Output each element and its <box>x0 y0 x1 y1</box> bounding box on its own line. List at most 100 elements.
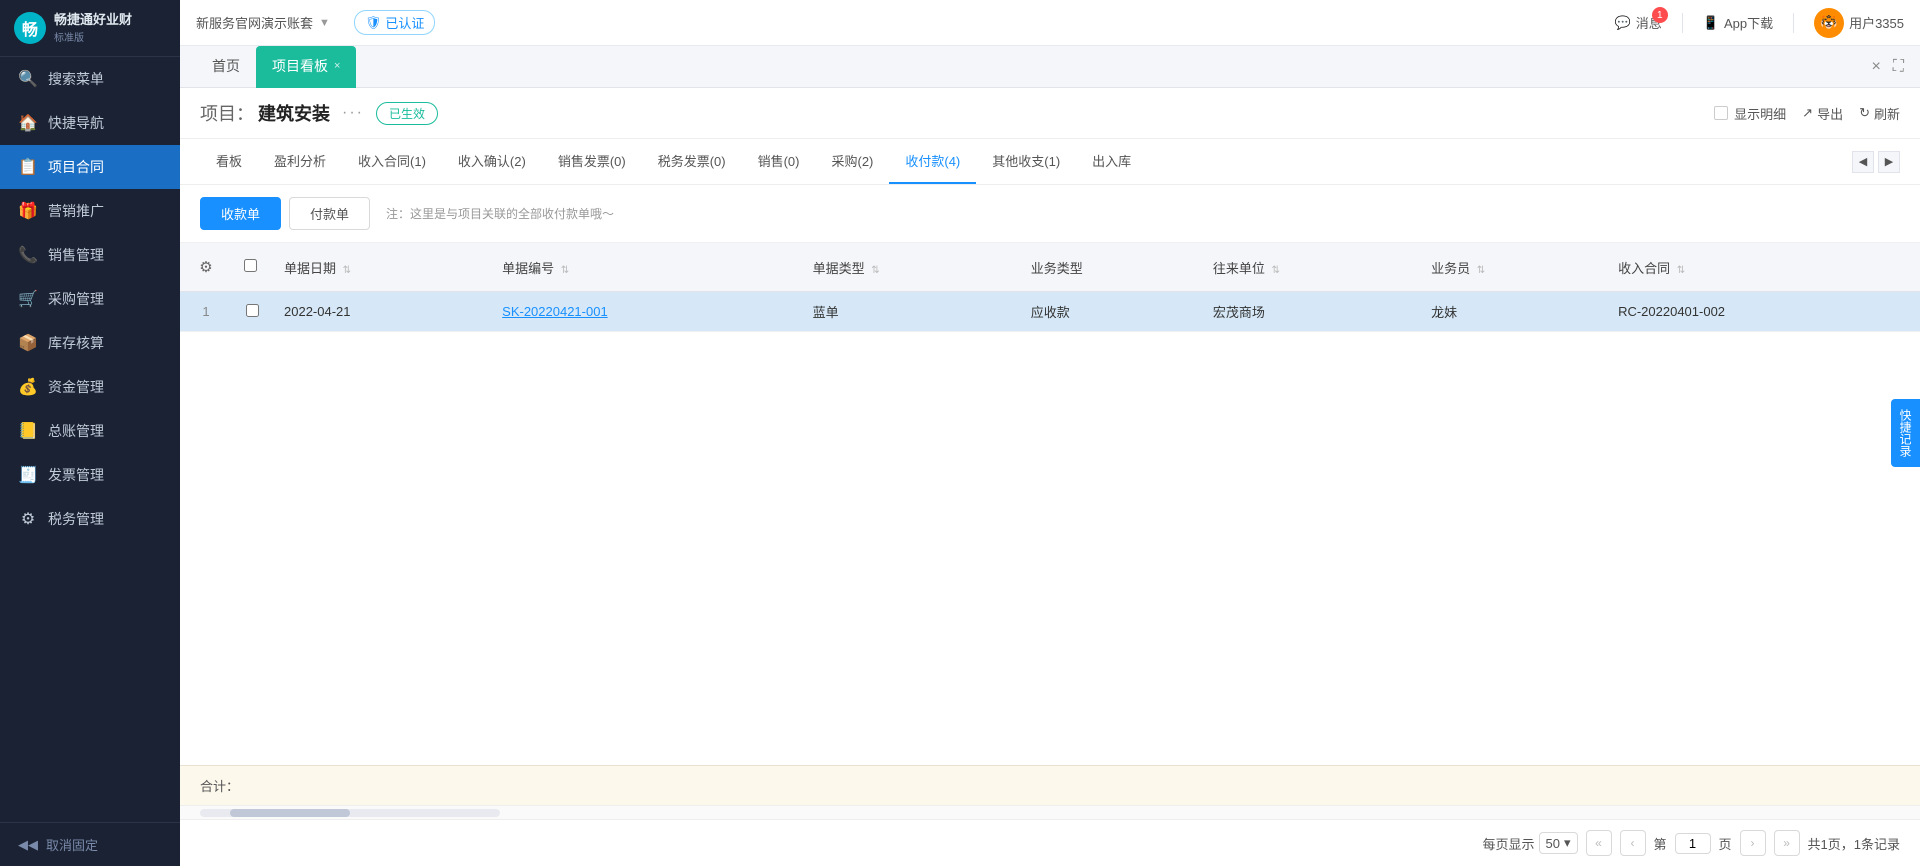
unpin-icon: ◀◀ <box>18 837 38 853</box>
row-date: 2022-04-21 <box>272 292 490 332</box>
row-type: 蓝单 <box>801 292 1019 332</box>
refresh-label: 刷新 <box>1874 104 1900 123</box>
scrollbar-row <box>180 805 1920 819</box>
col-income-contract: 收入合同 ⇅ <box>1606 243 1920 292</box>
certified-label: 已认证 <box>385 13 424 32</box>
table-header-row: ⚙ 单据日期 ⇅ 单据编号 ⇅ <box>180 243 1920 292</box>
subnav-tab-inout[interactable]: 出入库 <box>1076 139 1147 184</box>
row-select-checkbox[interactable] <box>246 304 259 317</box>
status-badge: 已生效 <box>376 102 438 125</box>
sidebar-item-ledger[interactable]: 📒 总账管理 <box>0 409 180 453</box>
table-row[interactable]: 1 2022-04-21 SK-20220421-001 蓝单 应收款 宏茂商场… <box>180 292 1920 332</box>
logo-title: 畅捷通好业财 <box>54 12 132 29</box>
sidebar-item-label: 总账管理 <box>48 421 104 441</box>
tab-home[interactable]: 首页 <box>196 46 256 88</box>
scrollbar-thumb[interactable] <box>230 809 350 817</box>
payment-btn[interactable]: 付款单 <box>289 197 370 230</box>
window-maximize-icon[interactable]: ⛶ <box>1893 58 1904 76</box>
per-page-label: 每页显示 <box>1482 834 1534 853</box>
demo-account-label: 新服务官网演示账套 <box>196 13 313 32</box>
col-partner: 往来单位 ⇅ <box>1201 243 1419 292</box>
sidebar-item-quicknav[interactable]: 🏠 快捷导航 <box>0 101 180 145</box>
sidebar-item-search[interactable]: 🔍 搜索菜单 <box>0 57 180 101</box>
sidebar-item-label: 搜索菜单 <box>48 69 104 89</box>
horizontal-scrollbar[interactable] <box>200 809 500 817</box>
page-size-value: 50 <box>1546 836 1560 851</box>
col-checkbox <box>232 243 272 292</box>
subnav-tab-tax-invoice[interactable]: 税务发票(0) <box>642 139 742 184</box>
user-label: 用户3355 <box>1849 13 1904 32</box>
subnav-tab-receipt[interactable]: 收付款(4) <box>889 139 976 184</box>
subnav-tab-profit[interactable]: 盈利分析 <box>258 139 342 184</box>
tabbar: 首页 项目看板 × × ⛶ <box>180 46 1920 88</box>
user-profile[interactable]: 🐯 用户3355 <box>1814 8 1904 38</box>
sidebar-item-invoice[interactable]: 🧾 发票管理 <box>0 453 180 497</box>
page-label: 第 <box>1654 834 1667 853</box>
show-detail-checkbox[interactable]: 显示明细 <box>1714 104 1786 123</box>
float-quick-record-btn[interactable]: 快捷记录 <box>1891 399 1920 467</box>
subnav-tab-board[interactable]: 看板 <box>200 139 258 184</box>
checkbox-icon <box>1714 106 1728 120</box>
row-index: 1 <box>180 292 232 332</box>
subnav-tab-sales-invoice[interactable]: 销售发票(0) <box>542 139 642 184</box>
book-icon: 📒 <box>18 421 38 441</box>
first-page-btn[interactable]: « <box>1586 830 1612 856</box>
sidebar-logo: 畅 畅捷通好业财 标准版 <box>0 0 180 57</box>
sidebar-item-sales[interactable]: 📞 销售管理 <box>0 233 180 277</box>
show-detail-label: 显示明细 <box>1734 104 1786 123</box>
message-btn[interactable]: 💬 消息 1 <box>1615 13 1662 32</box>
topbar-right: 💬 消息 1 📱 App下载 🐯 用户3355 <box>1615 8 1904 38</box>
project-icon: 📋 <box>18 157 38 177</box>
subtab-bar: 收款单 付款单 注：这里是与项目关联的全部收付款单哦～ <box>180 185 1920 243</box>
page-size-selector: 每页显示 50 ▾ <box>1482 832 1577 854</box>
refresh-btn[interactable]: ↻ 刷新 <box>1859 104 1900 123</box>
more-options-btn[interactable]: ··· <box>342 104 364 122</box>
tab-project-board[interactable]: 项目看板 × <box>256 46 356 88</box>
pagination: 每页显示 50 ▾ « ‹ 第 1 页 › » 共1页，1条记录 <box>180 819 1920 866</box>
page-size-select-box[interactable]: 50 ▾ <box>1539 832 1578 854</box>
receipt-btn[interactable]: 收款单 <box>200 197 281 230</box>
box-icon: 📦 <box>18 333 38 353</box>
sidebar-item-label: 税务管理 <box>48 509 104 529</box>
subnav-tab-sales[interactable]: 销售(0) <box>742 139 816 184</box>
sidebar-item-marketing[interactable]: 🎁 营销推广 <box>0 189 180 233</box>
tab-project-board-label: 项目看板 <box>272 56 328 76</box>
last-page-btn[interactable]: » <box>1774 830 1800 856</box>
sidebar-item-project[interactable]: 📋 项目合同 <box>0 145 180 189</box>
export-label: 导出 <box>1817 104 1843 123</box>
subnav-next-arrow[interactable]: ▶ <box>1878 151 1900 173</box>
table-footer: 合计： <box>180 765 1920 805</box>
app-download-btn[interactable]: 📱 App下载 <box>1703 13 1773 32</box>
total-records-label: 共1页，1条记录 <box>1808 834 1900 853</box>
next-page-btn[interactable]: › <box>1740 830 1766 856</box>
select-all-checkbox[interactable] <box>244 259 257 272</box>
sidebar-item-inventory[interactable]: 📦 库存核算 <box>0 321 180 365</box>
sidebar-item-label: 销售管理 <box>48 245 104 265</box>
sidebar-item-finance[interactable]: 💰 资金管理 <box>0 365 180 409</box>
sidebar-item-purchase[interactable]: 🛒 采购管理 <box>0 277 180 321</box>
sidebar-item-label: 快捷导航 <box>48 113 104 133</box>
prev-page-btn[interactable]: ‹ <box>1620 830 1646 856</box>
phone-icon: 📱 <box>1703 15 1719 31</box>
sort-icon4: ⇅ <box>1272 265 1280 276</box>
subnav-prev-arrow[interactable]: ◀ <box>1852 151 1874 173</box>
sidebar-item-tax[interactable]: ⚙ 税务管理 <box>0 497 180 541</box>
sidebar-unpin[interactable]: ◀◀ 取消固定 <box>0 822 180 866</box>
subnav-tab-income-contract[interactable]: 收入合同(1) <box>342 139 442 184</box>
subnav-arrows: ◀ ▶ <box>1852 151 1900 173</box>
window-close-icon[interactable]: × <box>1871 58 1880 76</box>
export-btn[interactable]: ↗ 导出 <box>1802 104 1843 123</box>
tab-close-icon[interactable]: × <box>334 60 340 72</box>
subnav-tab-other[interactable]: 其他收支(1) <box>976 139 1076 184</box>
demo-account-selector[interactable]: 新服务官网演示账套 ▼ <box>196 13 330 32</box>
gear-settings-btn[interactable]: ⚙ <box>192 253 220 281</box>
page-title: 项目：建筑安装 <box>200 100 330 126</box>
subnav-tab-purchase[interactable]: 采购(2) <box>815 139 889 184</box>
row-number-link[interactable]: SK-20220421-001 <box>502 304 608 319</box>
app-download-label: App下载 <box>1724 13 1773 32</box>
subnav-tab-income-confirm[interactable]: 收入确认(2) <box>442 139 542 184</box>
page-number-input[interactable]: 1 <box>1675 833 1711 854</box>
row-number[interactable]: SK-20220421-001 <box>490 292 800 332</box>
unpin-label: 取消固定 <box>46 835 98 854</box>
page-title-prefix: 项目： <box>200 104 254 124</box>
